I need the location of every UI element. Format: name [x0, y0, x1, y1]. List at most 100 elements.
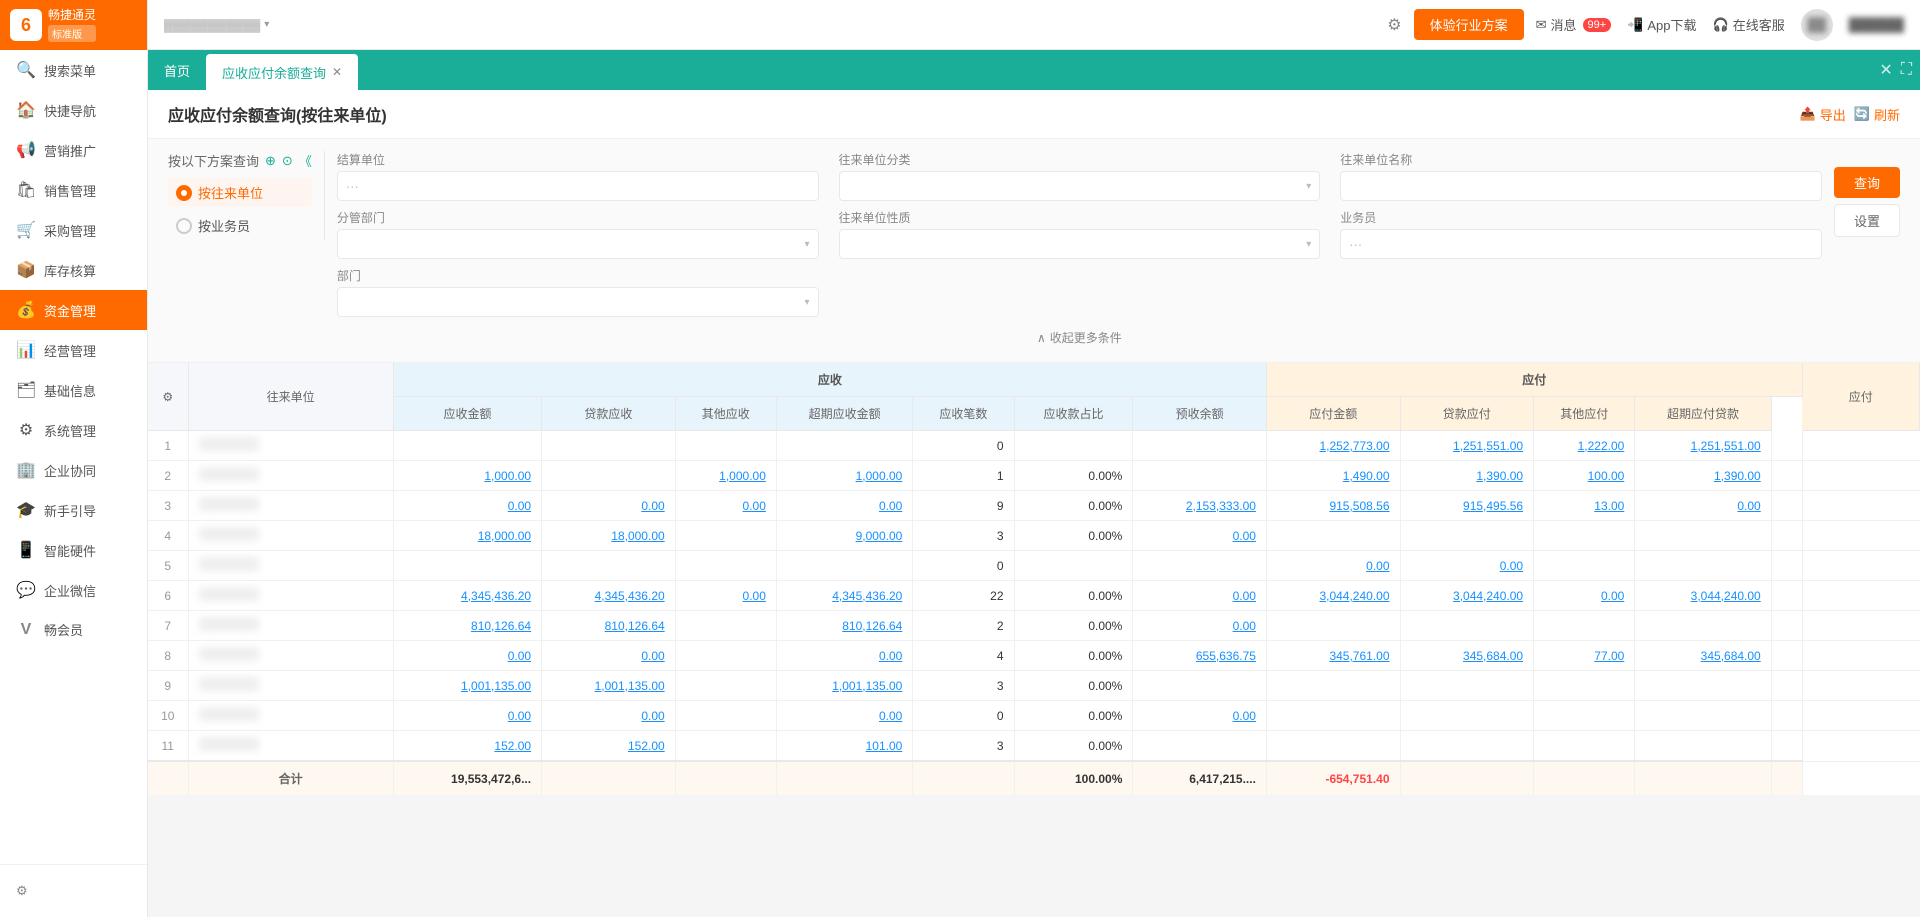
download-icon: 📲 [1627, 17, 1643, 33]
export-button[interactable]: 📤 导出 [1800, 105, 1846, 124]
filter-settings-button[interactable]: 设置 [1834, 204, 1900, 237]
sidebar-settings-button[interactable]: ⚙ [0, 875, 147, 907]
footer-ar-amount[interactable]: 19,553,472,6... [393, 761, 541, 795]
row-ar_count: 0 [913, 701, 1014, 731]
app-download-button[interactable]: 📲 App下载 [1627, 15, 1696, 34]
row-ap_amount[interactable]: 1,252,773.00 [1266, 431, 1400, 461]
sidebar-item-quick-nav[interactable]: 🏠 快捷导航 [0, 90, 147, 130]
tab-home[interactable]: 首页 [148, 50, 206, 90]
row-ap_amount[interactable]: 1,490.00 [1266, 461, 1400, 491]
row-ar_count: 1 [913, 461, 1014, 491]
sidebar-item-basic[interactable]: 🗂 基础信息 [0, 370, 147, 410]
salesperson-input[interactable]: ··· [1340, 229, 1822, 259]
header-settings-icon[interactable]: ⚙ [1387, 15, 1401, 35]
promo-button[interactable]: 体验行业方案 [1414, 9, 1524, 40]
unit-name-input[interactable] [1340, 171, 1822, 201]
row-ap_amount[interactable] [1266, 521, 1400, 551]
sidebar-item-system[interactable]: ⚙ 系统管理 [0, 410, 147, 450]
unit-category-input[interactable]: ▾ [839, 171, 1321, 201]
row-ap_amount[interactable]: 915,508.56 [1266, 491, 1400, 521]
row-ap_amount[interactable]: 3,044,240.00 [1266, 581, 1400, 611]
refresh-button[interactable]: 🔄 刷新 [1854, 105, 1900, 124]
filter-option-by-unit[interactable]: 按往来单位 [168, 178, 312, 207]
sidebar-item-corp[interactable]: 🏢 企业协同 [0, 450, 147, 490]
table-row: 101,252,773.001,251,551.001,222.001,251,… [148, 431, 1920, 461]
breadcrumb-dropdown-icon[interactable]: ▾ [264, 19, 269, 30]
row-ar_credit: 18,000.00 [542, 521, 676, 551]
row-ar_amount[interactable]: 18,000.00 [393, 521, 541, 551]
sidebar-item-sales[interactable]: 🛍 销售管理 [0, 170, 147, 210]
sidebar-item-finance[interactable]: 💰 资金管理 [0, 290, 147, 330]
row-ap_amount[interactable] [1266, 731, 1400, 762]
th-ar-ratio: 应收款占比 [1014, 397, 1133, 431]
filter-settings-icon[interactable]: ⊙ [282, 153, 293, 169]
row-ar_amount[interactable]: 1,001,135.00 [393, 671, 541, 701]
sidebar-item-ops[interactable]: 📊 经营管理 [0, 330, 147, 370]
data-table: ⚙ 往来单位 应收 应付 应付 应收金额 贷款应收 其他应收 超期应收金额 应收… [148, 363, 1920, 795]
row-ar_prepay: 0.00 [1133, 581, 1267, 611]
sidebar-item-search[interactable]: 🔍 搜索菜单 [0, 50, 147, 90]
tab-close-icon[interactable]: ✕ [332, 65, 342, 79]
row-ap_amount[interactable]: 0.00 [1266, 551, 1400, 581]
table-row: 418,000.0018,000.009,000.0030.00%0.00 [148, 521, 1920, 551]
radio-staff-icon [176, 218, 192, 234]
row-ap_amount[interactable] [1266, 701, 1400, 731]
logo-icon: 6 [10, 9, 42, 41]
row-ap_amount[interactable] [1266, 671, 1400, 701]
sidebar-item-hardware[interactable]: 📱 智能硬件 [0, 530, 147, 570]
table-settings-header[interactable]: ⚙ [148, 363, 188, 431]
row-ap_other: 1,222.00 [1534, 431, 1635, 461]
row-ap_other: 100.00 [1534, 461, 1635, 491]
unit-nature-input[interactable]: ▾ [839, 229, 1321, 259]
row-ap_col [1771, 491, 1802, 521]
row-ar_amount[interactable]: 1,000.00 [393, 461, 541, 491]
filter-add-icon[interactable]: ⊕ [265, 153, 276, 169]
row-ar_amount[interactable]: 810,126.64 [393, 611, 541, 641]
query-button[interactable]: 查询 [1834, 167, 1900, 198]
sidebar-item-guide[interactable]: 🎓 新手引导 [0, 490, 147, 530]
dept-manager-input[interactable]: ▾ [337, 229, 819, 259]
sidebar-item-marketing[interactable]: 📢 营销推广 [0, 130, 147, 170]
row-ar_amount[interactable]: 0.00 [393, 641, 541, 671]
tab-ar-ap[interactable]: 应收应付余额查询 ✕ [206, 54, 358, 90]
table-unit-header: 往来单位 [188, 363, 393, 431]
row-ar_amount[interactable] [393, 551, 541, 581]
tabbar-expand-icon[interactable]: ⛶ [1901, 61, 1912, 79]
sidebar-item-inventory[interactable]: 📦 库存核算 [0, 250, 147, 290]
refresh-icon: 🔄 [1854, 106, 1870, 122]
tabbar-close-icon[interactable]: ✕ [1879, 60, 1892, 80]
row-ar_ratio: 0.00% [1014, 671, 1133, 701]
row-ap_other [1534, 671, 1635, 701]
row-ap_overdue: 1,390.00 [1635, 461, 1771, 491]
online-service-button[interactable]: 🎧 在线客服 [1713, 15, 1785, 34]
dept-input[interactable]: ▾ [337, 287, 819, 317]
row-ar_other [675, 431, 776, 461]
row-ar_amount[interactable]: 152.00 [393, 731, 541, 762]
row-ar_count: 9 [913, 491, 1014, 521]
row-ap_other [1534, 731, 1635, 762]
row-ap_amount[interactable]: 345,761.00 [1266, 641, 1400, 671]
row-ar_amount[interactable]: 0.00 [393, 701, 541, 731]
table-row: 80.000.000.0040.00%655,636.75345,761.003… [148, 641, 1920, 671]
message-button[interactable]: ✉ 消息 99+ [1536, 15, 1612, 34]
row-ap_credit [1400, 611, 1534, 641]
filter-more-button[interactable]: ∧ 收起更多条件 [337, 325, 1822, 350]
sales-icon: 🛍 [16, 180, 36, 200]
sidebar-item-wechat[interactable]: 💬 企业微信 [0, 570, 147, 610]
row-ar_amount[interactable]: 4,345,436.20 [393, 581, 541, 611]
filter-option-by-staff[interactable]: 按业务员 [168, 211, 312, 240]
sidebar-item-member[interactable]: V 畅会员 [0, 610, 147, 649]
row-ar_amount[interactable]: 0.00 [393, 491, 541, 521]
row-ar_other [675, 671, 776, 701]
footer-ar-prepay[interactable]: 6,417,215.... [1133, 761, 1267, 795]
row-num: 9 [148, 671, 188, 701]
row-ap_amount[interactable] [1266, 611, 1400, 641]
field-salesperson: 业务员 ··· [1340, 209, 1822, 259]
settlement-unit-input[interactable]: ··· [337, 171, 819, 201]
avatar: ██ [1801, 9, 1833, 41]
logo-text: 畅捷通灵 [48, 8, 96, 24]
filter-collapse-icon[interactable]: 《 [299, 151, 312, 170]
settings-bottom-icon: ⚙ [16, 883, 28, 899]
sidebar-item-purchase[interactable]: 🛒 采购管理 [0, 210, 147, 250]
row-ar_amount[interactable] [393, 431, 541, 461]
